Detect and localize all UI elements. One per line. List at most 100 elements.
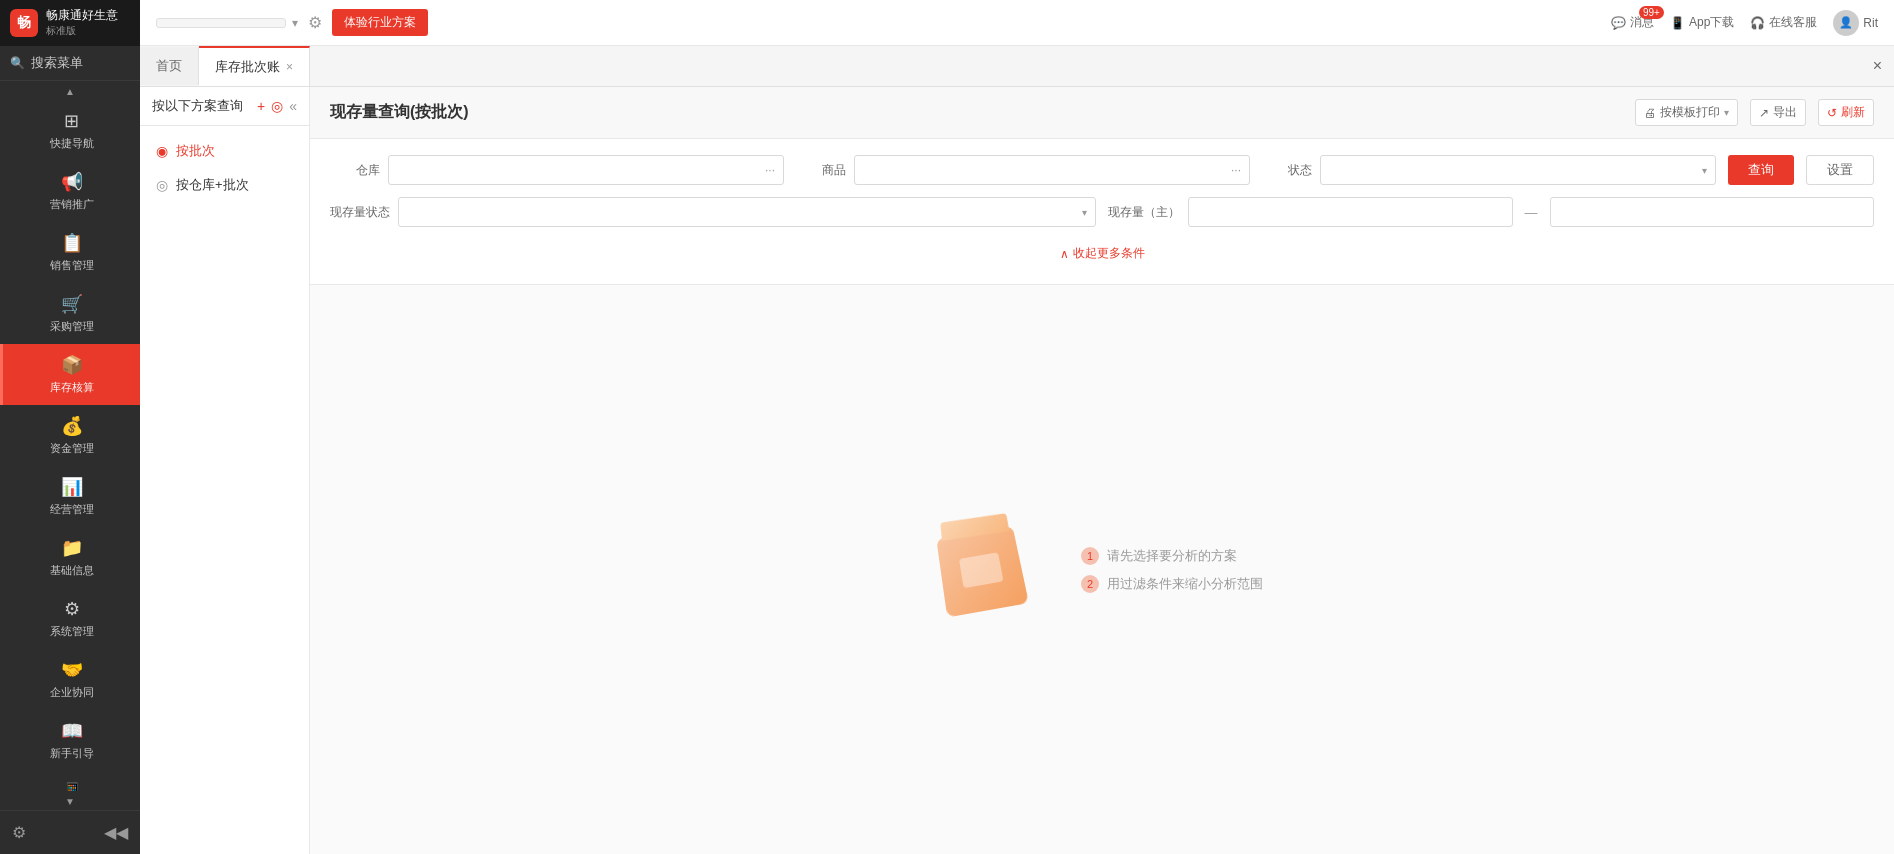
- app-download-btn[interactable]: 📱 App下载: [1670, 14, 1734, 31]
- sidebar-item-newbie[interactable]: 📖 新手引导: [0, 710, 140, 771]
- scroll-down-btn[interactable]: ▼: [0, 791, 140, 810]
- sidebar-item-inventory[interactable]: 📦 库存核算: [0, 344, 140, 405]
- scheme-settings-btn[interactable]: ◎: [271, 98, 283, 114]
- sidebar-footer: ⚙ ◀◀: [0, 810, 140, 854]
- collapse-panel-btn[interactable]: «: [289, 98, 297, 114]
- sidebar-item-purchase[interactable]: 🛒 采购管理: [0, 283, 140, 344]
- marketing-icon: 📢: [61, 171, 83, 193]
- sidebar-item-marketing[interactable]: 📢 营销推广: [0, 161, 140, 222]
- refresh-btn[interactable]: ↺ 刷新: [1818, 99, 1874, 126]
- inventory-qty-min-input[interactable]: [1188, 197, 1513, 227]
- sidebar-item-sales[interactable]: 📋 销售管理: [0, 222, 140, 283]
- empty-illustration: [941, 520, 1041, 620]
- empty-box: [936, 525, 1029, 617]
- quick-nav-icon: ⊞: [64, 110, 79, 132]
- sidebar-item-quick-nav[interactable]: ⊞ 快捷导航: [0, 100, 140, 161]
- warehouse-more-btn[interactable]: ···: [765, 163, 775, 177]
- goods-more-btn[interactable]: ···: [1231, 163, 1241, 177]
- topbar-dropdown-icon[interactable]: ▾: [292, 16, 298, 30]
- panel-close-btn[interactable]: ×: [1861, 49, 1894, 83]
- inventory-status-label: 现存量状态: [330, 204, 390, 221]
- sidebar-item-system[interactable]: ⚙ 系统管理: [0, 588, 140, 649]
- inventory-status-field: 现存量状态 ▾: [330, 197, 1096, 227]
- export-label: 导出: [1773, 104, 1797, 121]
- online-service-label: 在线客服: [1769, 14, 1817, 31]
- scroll-up-btn[interactable]: ▲: [0, 81, 140, 100]
- tab-close-btn[interactable]: ×: [286, 60, 293, 74]
- print-icon: 🖨: [1644, 106, 1656, 120]
- headset-icon: 🎧: [1750, 16, 1765, 30]
- export-btn[interactable]: ↗ 导出: [1750, 99, 1806, 126]
- user-name: Rit: [1863, 16, 1878, 30]
- collapse-icon: ∧: [1060, 247, 1069, 261]
- newbie-icon: 📖: [61, 720, 83, 742]
- sidebar-item-finance[interactable]: 💰 资金管理: [0, 405, 140, 466]
- warehouse-batch-icon: ◎: [156, 177, 168, 193]
- topbar: ▾ ⚙ 体验行业方案 💬 消息 99+ 📱 App下载 🎧 在线客服 👤 Rit: [140, 0, 1894, 46]
- app-center-icon: 📱: [61, 781, 83, 791]
- app-version: 标准版: [46, 24, 118, 38]
- status-label: 状态: [1262, 162, 1312, 179]
- app-download-label: App下载: [1689, 14, 1734, 31]
- print-dropdown-icon[interactable]: ▾: [1724, 107, 1729, 118]
- goods-input[interactable]: ···: [854, 155, 1250, 185]
- sidebar-item-app-center[interactable]: 📱 应用中心: [0, 771, 140, 791]
- goods-field: 商品 ···: [796, 155, 1250, 185]
- topbar-gear-icon[interactable]: ⚙: [308, 13, 322, 32]
- inventory-status-arrow: ▾: [1082, 207, 1087, 218]
- scheme-item-warehouse-batch-label: 按仓库+批次: [176, 176, 249, 194]
- sidebar-item-enterprise[interactable]: 🤝 企业协同: [0, 649, 140, 710]
- sidebar-item-label: 销售管理: [50, 258, 94, 273]
- collapse-more-btn[interactable]: ∧ 收起更多条件: [330, 239, 1874, 268]
- tab-inventory-batch[interactable]: 库存批次账 ×: [199, 46, 310, 86]
- left-panel: 按以下方案查询 + ◎ « ◉ 按批次 ◎ 按仓库+批次: [140, 87, 310, 854]
- user-menu[interactable]: 👤 Rit: [1833, 10, 1878, 36]
- trial-btn[interactable]: 体验行业方案: [332, 9, 428, 36]
- online-service-btn[interactable]: 🎧 在线客服: [1750, 14, 1817, 31]
- app-logo: 畅: [10, 9, 38, 37]
- enterprise-icon: 🤝: [61, 659, 83, 681]
- search-icon: 🔍: [10, 56, 25, 70]
- print-btn[interactable]: 🖨 按模板打印 ▾: [1635, 99, 1738, 126]
- topbar-search-box[interactable]: [156, 18, 286, 28]
- inventory-qty-max-input[interactable]: [1550, 197, 1875, 227]
- batch-icon: ◉: [156, 143, 168, 159]
- topbar-left: ▾ ⚙ 体验行业方案: [156, 9, 428, 36]
- page-header-actions: 🖨 按模板打印 ▾ ↗ 导出 ↺ 刷新: [1635, 99, 1874, 126]
- phone-icon: 📱: [1670, 16, 1685, 30]
- sidebar-item-operations[interactable]: 📊 经营管理: [0, 466, 140, 527]
- collapse-sidebar-btn[interactable]: ◀◀: [100, 819, 132, 846]
- add-scheme-btn[interactable]: +: [257, 98, 265, 114]
- sidebar: 畅 畅康通好生意 标准版 🔍 搜索菜单 ▲ ⊞ 快捷导航 📢 营销推广 📋 销售…: [0, 0, 140, 854]
- filter-settings-btn[interactable]: 设置: [1806, 155, 1874, 185]
- filter-header-icons: + ◎ «: [257, 98, 297, 114]
- tab-home[interactable]: 首页: [140, 47, 199, 85]
- filter-row-2: 现存量状态 ▾ 现存量（主） —: [330, 197, 1874, 227]
- sidebar-header: 畅 畅康通好生意 标准版: [0, 0, 140, 46]
- warehouse-input[interactable]: ···: [388, 155, 784, 185]
- goods-label: 商品: [796, 162, 846, 179]
- query-btn[interactable]: 查询: [1728, 155, 1794, 185]
- sidebar-item-basics[interactable]: 📁 基础信息: [0, 527, 140, 588]
- content-area: 按以下方案查询 + ◎ « ◉ 按批次 ◎ 按仓库+批次: [140, 87, 1894, 854]
- purchase-icon: 🛒: [61, 293, 83, 315]
- scheme-item-warehouse-batch[interactable]: ◎ 按仓库+批次: [140, 168, 309, 202]
- settings-footer-btn[interactable]: ⚙: [8, 819, 30, 846]
- filter-row-1: 仓库 ··· 商品 ··· 状态: [330, 155, 1874, 185]
- home-tab-label: 首页: [156, 57, 182, 75]
- hint-num-1: 1: [1081, 547, 1099, 565]
- messages-btn[interactable]: 💬 消息 99+: [1611, 14, 1654, 31]
- scheme-item-batch[interactable]: ◉ 按批次: [140, 134, 309, 168]
- empty-state: 1 请先选择要分析的方案 2 用过滤条件来缩小分析范围: [310, 285, 1894, 854]
- hint-text-1: 请先选择要分析的方案: [1107, 547, 1237, 565]
- inventory-status-select[interactable]: ▾: [398, 197, 1096, 227]
- sidebar-item-label: 资金管理: [50, 441, 94, 456]
- sidebar-item-label: 基础信息: [50, 563, 94, 578]
- sidebar-item-label: 新手引导: [50, 746, 94, 761]
- sidebar-search[interactable]: 🔍 搜索菜单: [0, 46, 140, 81]
- main-area: ▾ ⚙ 体验行业方案 💬 消息 99+ 📱 App下载 🎧 在线客服 👤 Rit: [140, 0, 1894, 854]
- scheme-item-batch-label: 按批次: [176, 142, 215, 160]
- status-field: 状态 ▾: [1262, 155, 1716, 185]
- status-select[interactable]: ▾: [1320, 155, 1716, 185]
- avatar: 👤: [1833, 10, 1859, 36]
